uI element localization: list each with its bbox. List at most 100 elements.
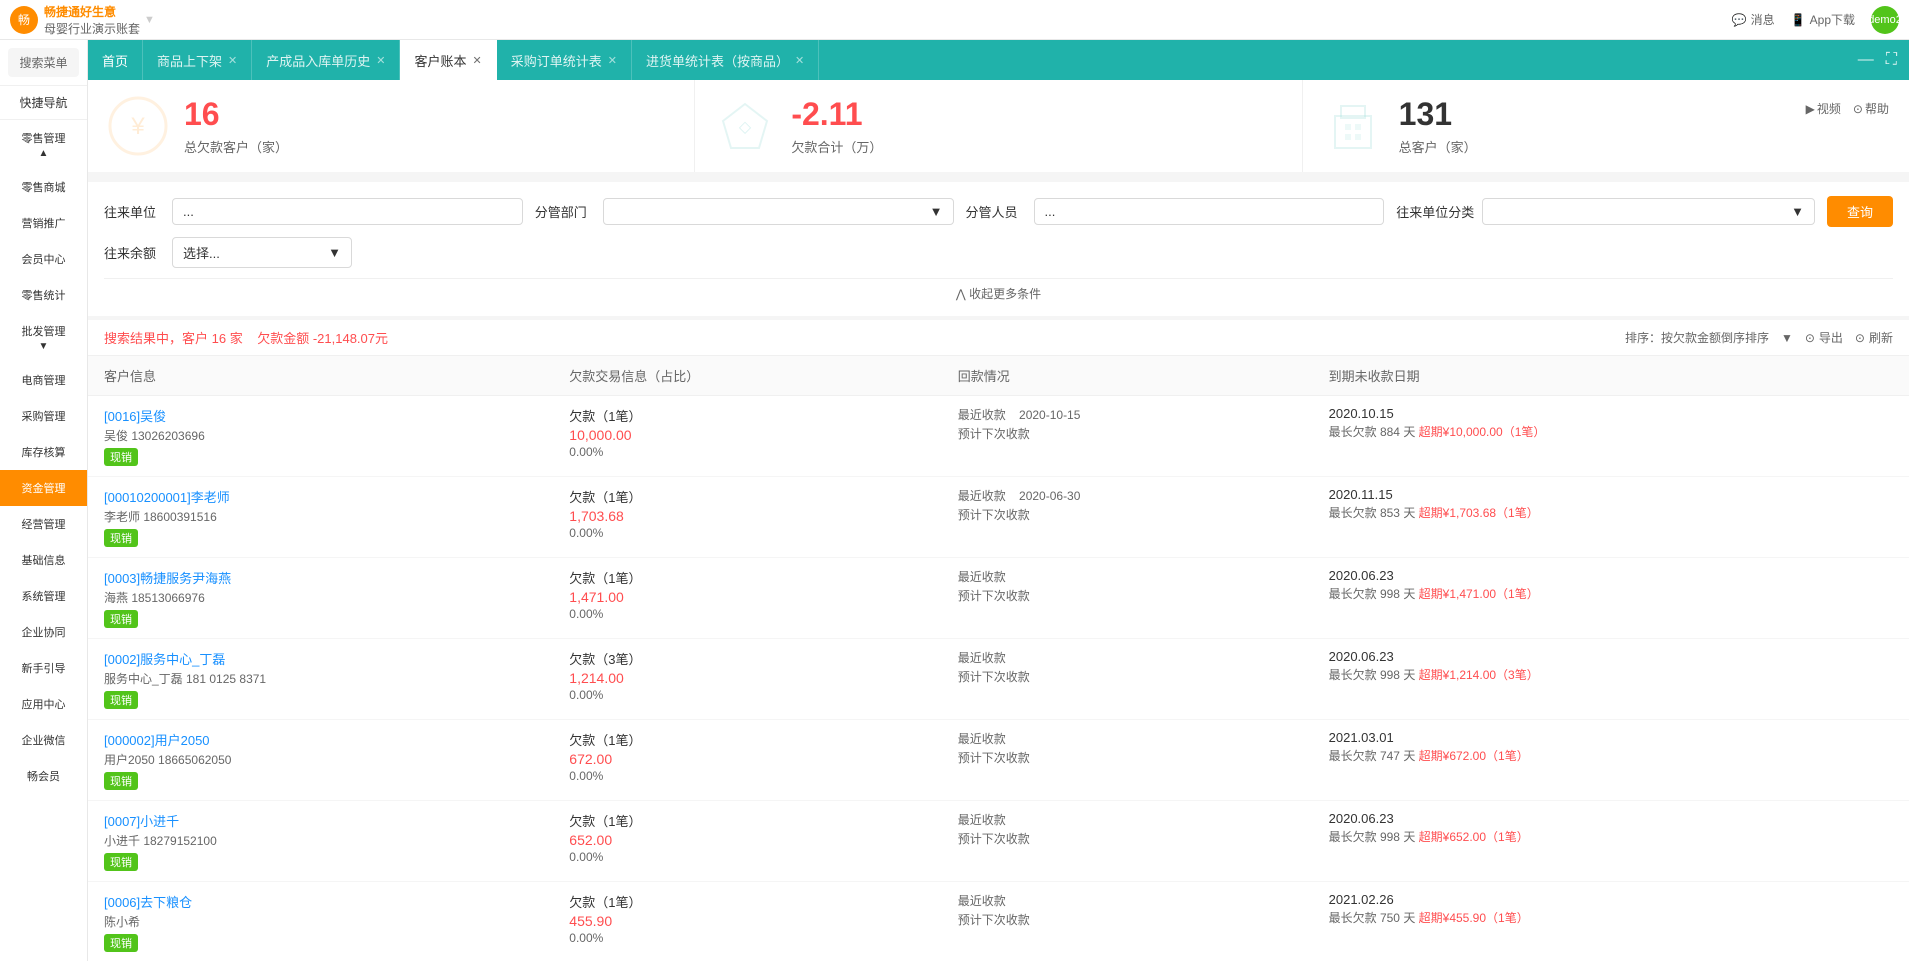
sidebar-item-sys[interactable]: 系统管理 [0, 578, 87, 614]
overdue-date: 2020.10.15 [1329, 406, 1893, 421]
collapse-bar[interactable]: ⋀ 收起更多条件 [104, 278, 1893, 308]
customer-tag: 现销 [104, 853, 138, 871]
customer-info-cell: [00010200001]李老师 李老师 18600391516 现销 [88, 477, 553, 558]
logo-area: 畅 畅捷通好生意 母婴行业演示账套 ▼ [10, 3, 210, 37]
user-avatar[interactable]: demo2 [1871, 6, 1899, 34]
tab-product-offshelf[interactable]: 商品上下架 ✕ [143, 40, 252, 80]
debt-amount[interactable]: 1,214.00 [569, 670, 925, 686]
table-row: [0016]吴俊 吴俊 13026203696 现销 欠款（1笔） 10,000… [88, 396, 1909, 477]
close-icon-purchase-order[interactable]: ✕ [608, 54, 617, 67]
video-link[interactable]: ▶ 视频 [1806, 100, 1841, 117]
sidebar-item-basic-info[interactable]: 基础信息 [0, 542, 87, 578]
tab-restore-button[interactable]: — [1854, 47, 1878, 73]
stat-total-customers-info: 131 总客户（家） [1399, 96, 1477, 156]
app-download-action[interactable]: 📱 App下载 [1791, 11, 1855, 28]
debt-count: 欠款（1笔） [569, 730, 925, 749]
debt-percent: 0.00% [569, 445, 925, 459]
debt-count: 欠款（3笔） [569, 649, 925, 668]
query-button[interactable]: 查询 [1827, 196, 1893, 227]
tab-purchase-order[interactable]: 采购订单统计表 ✕ [497, 40, 632, 80]
overdue-date: 2020.11.15 [1329, 487, 1893, 502]
export-icon: ⊙ [1805, 331, 1815, 345]
customer-name-link[interactable]: [0006]去下粮仓 [104, 892, 537, 911]
tab-product-history[interactable]: 产成品入库单历史 ✕ [252, 40, 400, 80]
sidebar-item-enterprise[interactable]: 企业协同 [0, 614, 87, 650]
tab-customer-account[interactable]: 客户账本 ✕ [400, 40, 496, 80]
quick-nav-label: 快捷导航 [19, 96, 67, 110]
top-actions: 💬 消息 📱 App下载 demo2 [1732, 6, 1899, 34]
overdue-amount[interactable]: 超期¥455.90（1笔） [1419, 911, 1529, 925]
debt-amount[interactable]: 672.00 [569, 751, 925, 767]
chevron-down-icon-balance: ▼ [328, 245, 341, 260]
tab-bar: 首页 商品上下架 ✕ 产成品入库单历史 ✕ 客户账本 ✕ 采购订单统计表 ✕ [88, 40, 1909, 80]
export-button[interactable]: ⊙ 导出 [1805, 329, 1843, 346]
svg-text:◇: ◇ [739, 119, 752, 136]
manager-dots: ... [1045, 204, 1056, 219]
tab-purchase-stats[interactable]: 进货单统计表（按商品） ✕ [632, 40, 819, 80]
building-icon [1323, 96, 1383, 156]
overdue-amount[interactable]: 超期¥1,703.68（1笔） [1419, 506, 1539, 520]
tab-home[interactable]: 首页 [88, 40, 143, 80]
customer-name-link[interactable]: [0003]畅捷服务尹海燕 [104, 568, 537, 587]
stat-card-total-customers: 131 总客户（家） ▶ 视频 ⊙ 帮助 [1303, 80, 1909, 172]
close-icon-customer-account[interactable]: ✕ [473, 54, 482, 67]
customer-name-link[interactable]: [0016]吴俊 [104, 406, 537, 425]
app-download-label: App下载 [1810, 11, 1855, 28]
overdue-amount[interactable]: 超期¥1,214.00（3笔） [1419, 668, 1539, 682]
help-link[interactable]: ⊙ 帮助 [1853, 100, 1889, 117]
balance-select[interactable]: 选择... ▼ [172, 237, 352, 268]
quick-nav-section[interactable]: 快捷导航 [0, 86, 87, 120]
sidebar-item-ops[interactable]: 经营管理 [0, 506, 87, 542]
dept-select[interactable]: ▼ [603, 198, 954, 225]
sidebar-item-wechat[interactable]: 企业微信 [0, 722, 87, 758]
customer-name-link[interactable]: [000002]用户2050 [104, 730, 537, 749]
customer-name-link[interactable]: [00010200001]李老师 [104, 487, 537, 506]
unit-category-select[interactable]: ▼ [1482, 198, 1815, 225]
dropdown-arrow-store[interactable]: ▼ [144, 14, 155, 26]
th-repayment: 回款情况 [942, 356, 1313, 396]
sidebar-item-inventory[interactable]: 库存核算 [0, 434, 87, 470]
sidebar-item-retail-mgmt[interactable]: 零售管理 ▲ [0, 120, 87, 169]
close-icon-product-offshelf[interactable]: ✕ [228, 54, 237, 67]
close-icon-product-history[interactable]: ✕ [376, 54, 385, 67]
sidebar-item-new-guide[interactable]: 新手引导 [0, 650, 87, 686]
debt-amount[interactable]: 10,000.00 [569, 427, 925, 443]
overdue-amount[interactable]: 超期¥1,471.00（1笔） [1419, 587, 1539, 601]
overdue-date-cell: 2021.02.26 最长欠款 750 天 超期¥455.90（1笔） [1313, 882, 1909, 961]
overdue-amount[interactable]: 超期¥672.00（1笔） [1419, 749, 1529, 763]
sidebar-item-batch-mgmt[interactable]: 批发管理 ▼ [0, 313, 87, 362]
sidebar-item-purchase[interactable]: 采购管理 [0, 398, 87, 434]
debt-amount[interactable]: 455.90 [569, 913, 925, 929]
source-unit-input[interactable]: ... [172, 198, 523, 225]
customer-name-link[interactable]: [0007]小进千 [104, 811, 537, 830]
close-icon-purchase-stats[interactable]: ✕ [795, 54, 804, 67]
overdue-days: 最长欠款 884 天 超期¥10,000.00（1笔） [1329, 423, 1893, 440]
chevron-down-icon-sort[interactable]: ▼ [1781, 331, 1793, 345]
collapse-label: 收起更多条件 [969, 287, 1041, 301]
yuan-icon: ¥ [108, 96, 168, 156]
search-menu-button[interactable]: 搜索菜单 [8, 48, 79, 77]
overdue-amount[interactable]: 超期¥652.00（1笔） [1419, 830, 1529, 844]
overdue-amount[interactable]: 超期¥10,000.00（1笔） [1419, 425, 1546, 439]
debt-amount[interactable]: 1,471.00 [569, 589, 925, 605]
debt-amount[interactable]: 652.00 [569, 832, 925, 848]
next-pay: 预计下次收款 [958, 425, 1297, 442]
debt-amount[interactable]: 1,703.68 [569, 508, 925, 524]
sidebar-item-retail-stats[interactable]: 零售统计 [0, 277, 87, 313]
message-action[interactable]: 💬 消息 [1732, 11, 1775, 28]
diamond-icon: ◇ [715, 96, 775, 156]
manager-input[interactable]: ... [1034, 198, 1385, 225]
sidebar-item-marketing[interactable]: 营销推广 [0, 205, 87, 241]
th-debt-info: 欠款交易信息（占比） [553, 356, 941, 396]
sidebar-item-ecom[interactable]: 电商管理 [0, 362, 87, 398]
sidebar-item-retail-mall[interactable]: 零售商城 [0, 169, 87, 205]
sidebar-item-member[interactable]: 会员中心 [0, 241, 87, 277]
overdue-date: 2021.02.26 [1329, 892, 1893, 907]
sidebar-item-app-center[interactable]: 应用中心 [0, 686, 87, 722]
customer-name-link[interactable]: [0002]服务中心_丁磊 [104, 649, 537, 668]
tab-maximize-button[interactable]: ⛶ [1882, 47, 1901, 73]
sidebar-item-finance[interactable]: 资金管理 [0, 470, 87, 506]
data-table: 客户信息 欠款交易信息（占比） 回款情况 到期未收款日期 [0016]吴俊 吴俊… [88, 356, 1909, 961]
refresh-button[interactable]: ⊙ 刷新 [1855, 329, 1893, 346]
sidebar-item-vip[interactable]: 畅会员 [0, 758, 87, 794]
